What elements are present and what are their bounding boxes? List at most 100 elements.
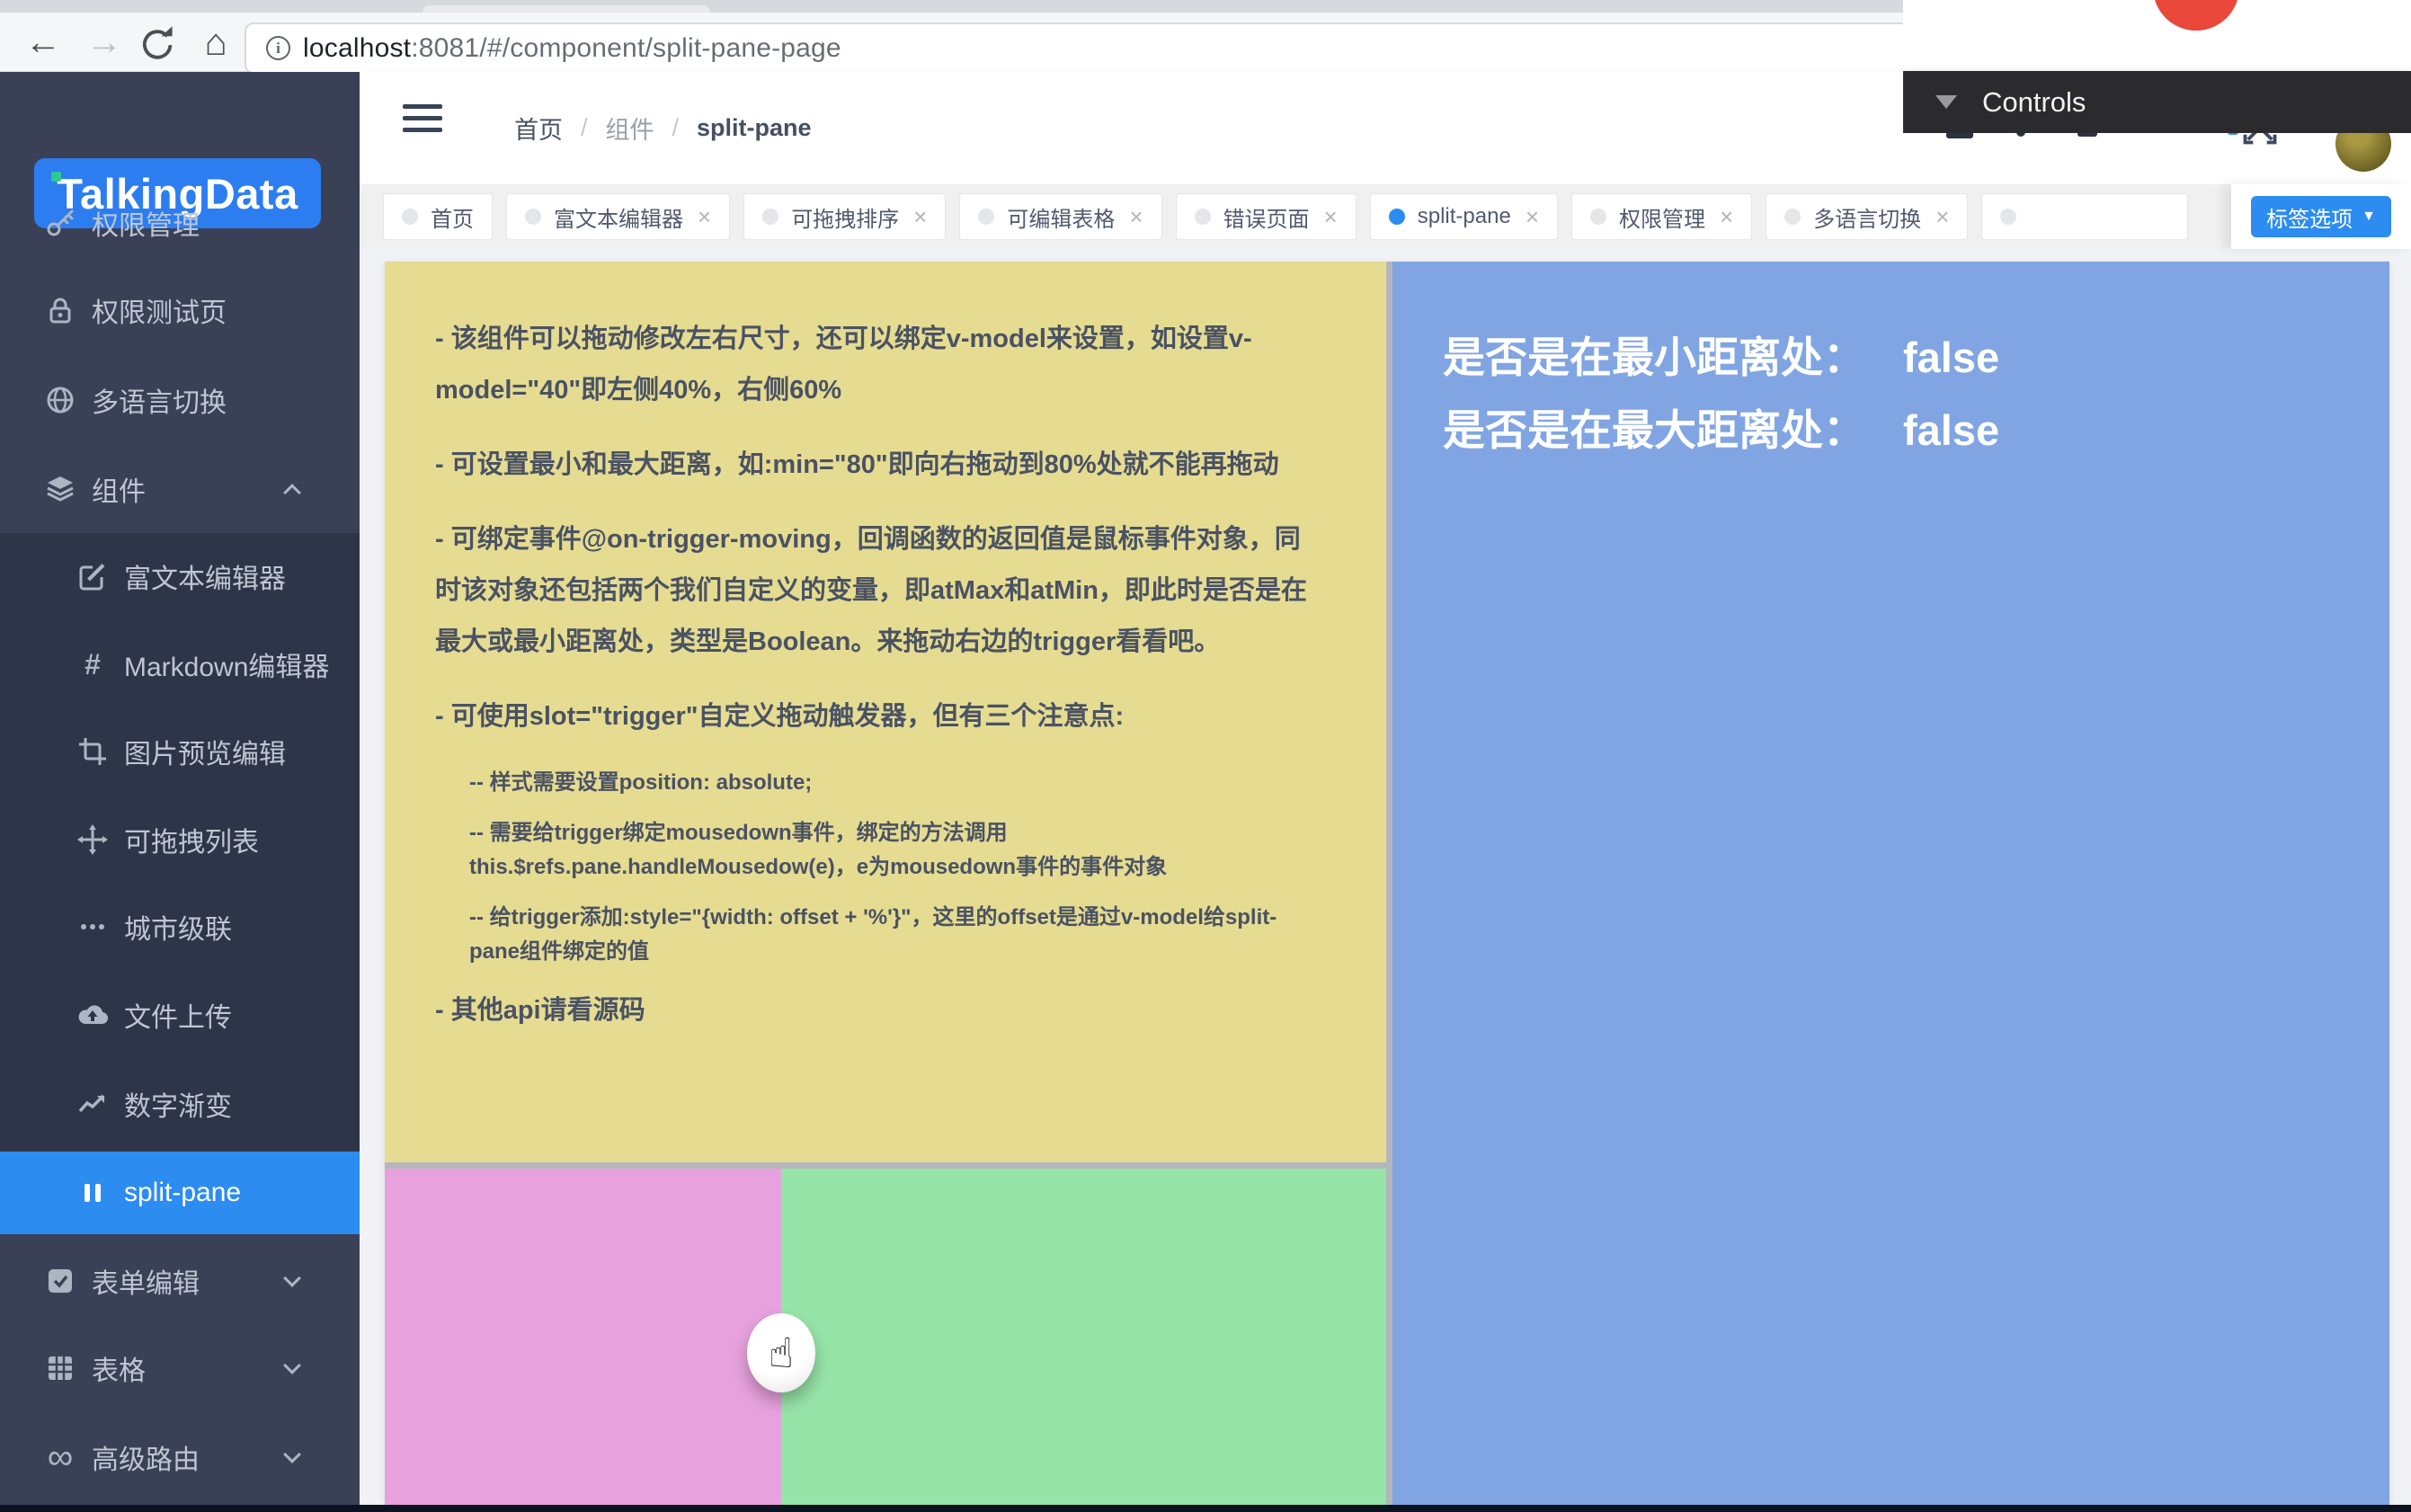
tag-split-pane[interactable]: split-pane × <box>1369 193 1558 240</box>
tag-list: 首页 富文本编辑器 × 可拖拽排序 × 可编辑表格 × 错误页面 × split… <box>383 193 2189 240</box>
infinity-icon: ∞ <box>47 1436 74 1477</box>
sidebar-item-table[interactable]: 表格 <box>0 1327 360 1410</box>
sidebar-item-image-preview[interactable]: 图片预览编辑 <box>0 710 360 793</box>
home-icon[interactable]: ⌂ <box>194 22 237 65</box>
desktop-edge <box>0 1505 2411 1512</box>
url-text[interactable]: localhost:8081/#/component/split-pane-pa… <box>303 33 841 64</box>
checkbox-icon <box>43 1264 77 1298</box>
edit-icon <box>76 559 110 593</box>
sidebar-item-label: split-pane <box>124 1178 242 1207</box>
cloud-upload-icon <box>76 998 110 1032</box>
address-bar[interactable]: i localhost:8081/#/component/split-pane-… <box>245 22 1915 74</box>
tag-home[interactable]: 首页 <box>383 193 493 240</box>
tag-editable-table[interactable]: 可编辑表格 × <box>959 193 1162 240</box>
breadcrumb-home[interactable]: 首页 <box>514 111 563 146</box>
sidebar-item-language[interactable]: 多语言切换 <box>0 359 360 441</box>
key-icon <box>43 206 77 240</box>
tag-options-button[interactable]: 标签选项 ▼ <box>2251 196 2391 237</box>
sidebar-item-label: Markdown编辑器 <box>124 653 330 682</box>
breadcrumb-separator: / <box>672 114 680 141</box>
tag-nav-bar: 首页 富文本编辑器 × 可拖拽排序 × 可编辑表格 × 错误页面 × split… <box>360 184 2411 249</box>
tag-rich-text-editor[interactable]: 富文本编辑器 × <box>506 193 731 240</box>
sidebar-item-label: 可拖拽列表 <box>124 828 259 858</box>
at-min-label: 是否是在最小距离处： <box>1443 334 1865 381</box>
sidebar: TalkingData 权限管理 权限测试页 多语言切换 组件 富文本编辑器 #… <box>0 72 360 1505</box>
controls-bar[interactable]: Controls <box>1903 71 2411 133</box>
split-bottom-left-pane <box>385 1169 781 1505</box>
doc-notes: -- 样式需要设置position: absolute; -- 需要给trigg… <box>469 766 1323 969</box>
close-icon[interactable]: × <box>1526 203 1539 231</box>
close-icon[interactable]: × <box>698 203 711 231</box>
sidebar-item-draggable-list[interactable]: 可拖拽列表 <box>0 798 360 881</box>
sidebar-item-permission-test[interactable]: 权限测试页 <box>0 269 360 351</box>
at-max-value: false <box>1903 406 2000 454</box>
doc-note: -- 需要给trigger绑定mousedown事件，绑定的方法调用this.$… <box>469 821 1168 879</box>
chevron-down-icon <box>283 1356 301 1374</box>
hash-icon: # <box>85 647 101 680</box>
table-icon <box>43 1351 77 1385</box>
tag-error-page[interactable]: 错误页面 × <box>1175 193 1357 240</box>
site-info-icon[interactable]: i <box>266 36 290 60</box>
breadcrumb-components[interactable]: 组件 <box>606 111 654 146</box>
reload-icon[interactable] <box>137 23 180 67</box>
doc-paragraph: - 可使用slot="trigger"自定义拖动触发器，但有三个注意点: <box>435 702 1125 731</box>
horizontal-split-trigger[interactable] <box>385 1162 1386 1169</box>
custom-drag-trigger[interactable]: ☝ <box>747 1313 815 1392</box>
lock-icon <box>43 293 77 327</box>
controls-popup: Controls <box>1903 0 2411 133</box>
sidebar-item-advanced-router[interactable]: ∞ 高级路由 <box>0 1416 360 1499</box>
tag-dot-icon <box>1590 209 1606 225</box>
forward-icon[interactable]: → <box>83 22 126 65</box>
menu-toggle-icon[interactable] <box>403 104 442 137</box>
sidebar-item-file-upload[interactable]: 文件上传 <box>0 974 360 1056</box>
crop-icon <box>76 734 110 769</box>
sidebar-item-label: 城市级联 <box>124 915 232 945</box>
sidebar-item-markdown-editor[interactable]: # Markdown编辑器 <box>0 623 360 706</box>
tag-partial[interactable] <box>1981 193 2189 240</box>
tag-dot-icon <box>978 209 995 225</box>
at-max-label: 是否是在最大距离处： <box>1443 406 1865 454</box>
sidebar-item-label: 高级路由 <box>92 1445 200 1475</box>
sidebar-item-label: 表格 <box>92 1356 146 1386</box>
sidebar-item-label: 富文本编辑器 <box>124 565 286 594</box>
breadcrumb: 首页 / 组件 / split-pane <box>514 72 812 184</box>
vertical-split-trigger[interactable] <box>1386 262 1392 1505</box>
caret-down-icon: ▼ <box>2362 209 2376 224</box>
chevron-down-icon <box>283 1445 301 1463</box>
doc-paragraph: - 该组件可以拖动修改左右尺寸，还可以绑定v-model来设置，如设置v-mod… <box>435 325 1252 405</box>
sidebar-item-label: 多语言切换 <box>92 388 227 418</box>
logo-green-dot-icon <box>51 172 61 182</box>
tag-dot-icon <box>1784 209 1802 225</box>
sidebar-item-split-pane[interactable]: split-pane <box>0 1152 360 1234</box>
chevron-up-icon <box>283 484 301 502</box>
doc-footer: - 其他api请看源码 <box>435 996 645 1025</box>
sidebar-item-label: 数字渐变 <box>124 1092 232 1122</box>
back-icon[interactable]: ← <box>22 22 65 65</box>
sidebar-item-rich-text-editor[interactable]: 富文本编辑器 <box>0 535 360 618</box>
tag-language[interactable]: 多语言切换 × <box>1766 193 1969 240</box>
close-icon[interactable]: × <box>1129 203 1143 231</box>
tag-options-panel: 标签选项 ▼ <box>2231 184 2411 249</box>
tag-dot-icon <box>1194 209 1211 225</box>
close-icon[interactable]: × <box>1324 203 1338 231</box>
sidebar-item-form-edit[interactable]: 表单编辑 <box>0 1240 360 1322</box>
red-circle-icon[interactable] <box>2153 0 2239 31</box>
doc-note: -- 给trigger添加:style="{width: offset + '%… <box>469 905 1277 964</box>
sidebar-item-number-gradient[interactable]: 数字渐变 <box>0 1063 360 1145</box>
close-icon[interactable]: × <box>1720 203 1733 231</box>
sidebar-item-label: 图片预览编辑 <box>124 740 286 769</box>
tag-dot-icon <box>402 209 418 225</box>
tag-draggable-sort[interactable]: 可拖拽排序 × <box>743 193 947 240</box>
sidebar-item-components[interactable]: 组件 <box>0 448 360 530</box>
url-path: :8081/#/component/split-pane-page <box>411 32 841 63</box>
sidebar-item-city-cascade[interactable]: 城市级联 <box>0 885 360 968</box>
at-min-value: false <box>1903 334 2000 381</box>
chevron-down-icon <box>283 1269 301 1287</box>
tag-permission[interactable]: 权限管理 × <box>1571 193 1753 240</box>
layers-icon <box>43 472 77 506</box>
sidebar-item-permission[interactable]: 权限管理 <box>0 182 360 264</box>
close-icon[interactable]: × <box>1935 203 1949 231</box>
browser-tab[interactable] <box>423 5 710 13</box>
url-host: localhost <box>303 32 412 63</box>
close-icon[interactable]: × <box>913 203 927 231</box>
